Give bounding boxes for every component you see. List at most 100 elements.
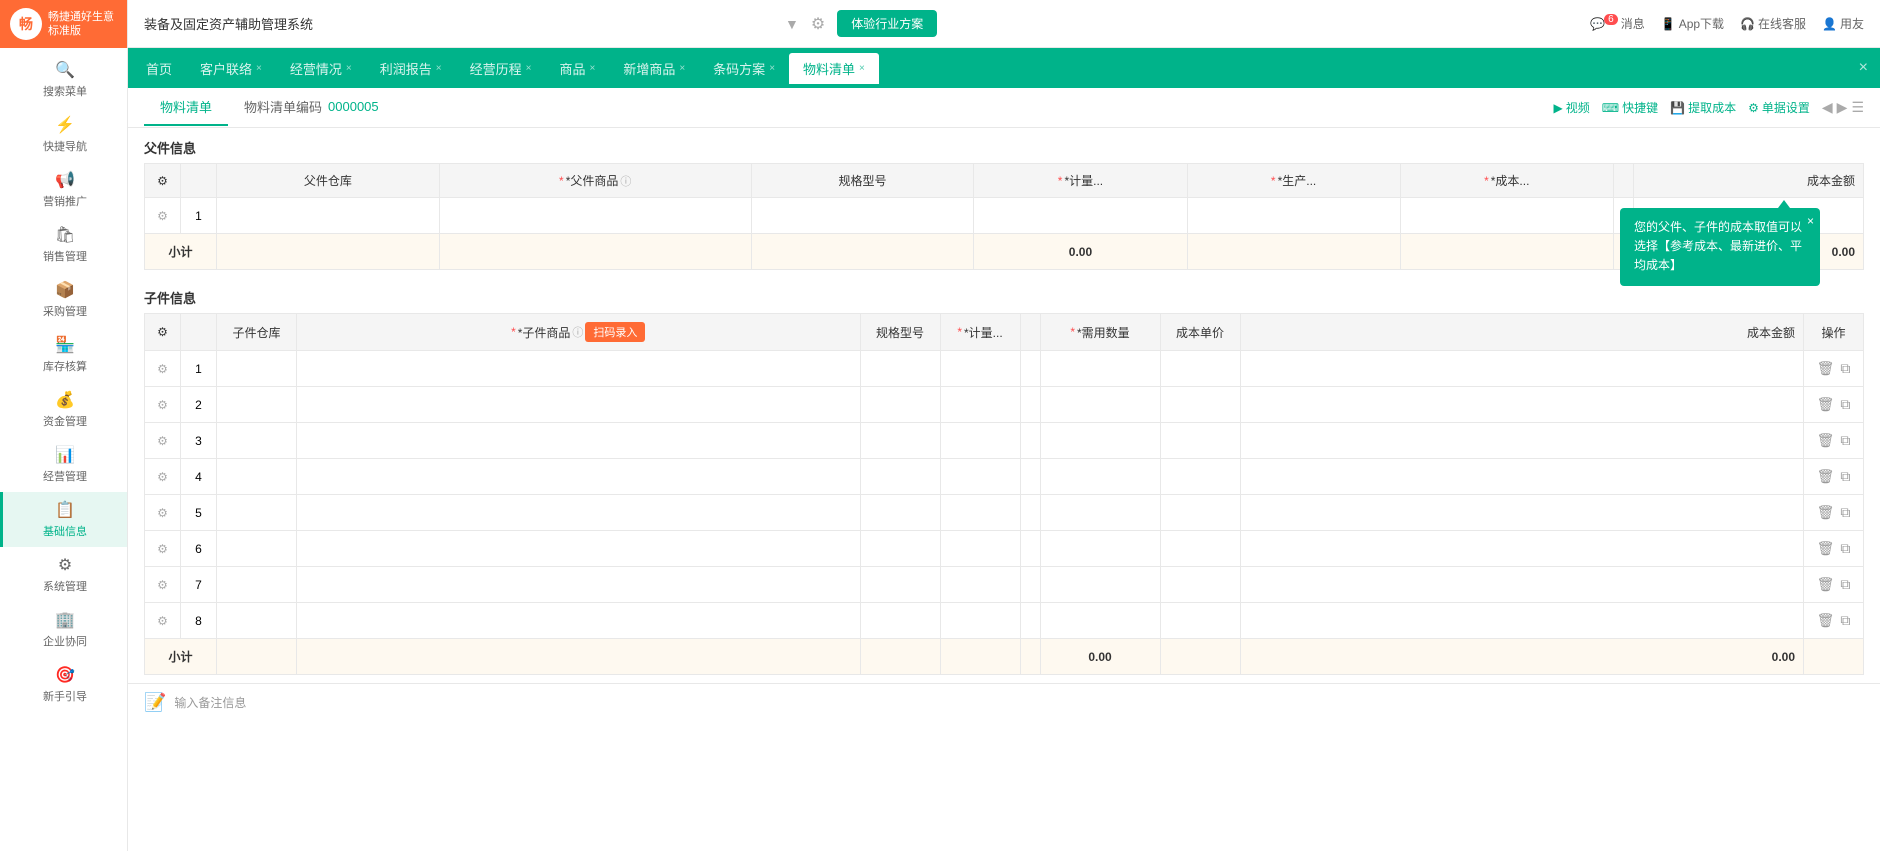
child-row-spec[interactable] [860, 351, 940, 387]
sidebar-item-enterprise[interactable]: 🏢 企业协同 [0, 602, 127, 657]
tab-new-product-close[interactable]: × [679, 63, 685, 74]
child-row-unit[interactable] [940, 351, 1020, 387]
child-col-settings[interactable]: ⚙ [145, 314, 181, 351]
child-row-unit[interactable] [940, 603, 1020, 639]
copy-icon[interactable]: ⧉ [1840, 468, 1850, 485]
nav-prev-icon[interactable]: ◀ [1822, 99, 1833, 116]
child-product-info-icon[interactable]: ⓘ [572, 324, 583, 340]
child-row-required-qty[interactable] [1040, 387, 1160, 423]
delete-icon[interactable]: 🗑 [1817, 576, 1835, 593]
child-row-warehouse[interactable] [217, 351, 297, 387]
tab-products[interactable]: 商品 × [545, 53, 609, 84]
shortcut-btn[interactable]: ⌨ 快捷键 [1602, 99, 1658, 116]
child-row-warehouse[interactable] [217, 387, 297, 423]
child-row-unit[interactable] [940, 567, 1020, 603]
child-row-product[interactable] [297, 495, 861, 531]
child-row-product[interactable] [297, 387, 861, 423]
delete-icon[interactable]: 🗑 [1817, 360, 1835, 377]
tab-barcode[interactable]: 条码方案 × [699, 53, 789, 84]
delete-icon[interactable]: 🗑 [1817, 468, 1835, 485]
close-all-tabs-icon[interactable]: × [1851, 59, 1876, 77]
child-row-settings[interactable]: ⚙ [145, 567, 181, 603]
parent-product-info-icon[interactable]: ⓘ [620, 173, 631, 189]
delete-icon[interactable]: 🗑 [1817, 540, 1835, 557]
delete-icon[interactable]: 🗑 [1817, 612, 1835, 629]
child-row-warehouse[interactable] [217, 495, 297, 531]
parent-row-settings[interactable]: ⚙ [145, 198, 181, 234]
child-row-spec[interactable] [860, 423, 940, 459]
child-row-required-qty[interactable] [1040, 495, 1160, 531]
sidebar-item-sales[interactable]: 🛍 销售管理 [0, 217, 127, 272]
tab-operation-status[interactable]: 经营情况 × [276, 53, 366, 84]
copy-icon[interactable]: ⧉ [1840, 504, 1850, 521]
child-row-settings[interactable]: ⚙ [145, 459, 181, 495]
child-row-spec[interactable] [860, 495, 940, 531]
child-row-unit[interactable] [940, 531, 1020, 567]
child-row-warehouse[interactable] [217, 459, 297, 495]
child-row-required-qty[interactable] [1040, 423, 1160, 459]
parent-row-product[interactable] [439, 198, 751, 234]
child-row-settings[interactable]: ⚙ [145, 351, 181, 387]
child-row-warehouse[interactable] [217, 603, 297, 639]
tab-customer[interactable]: 客户联络 × [186, 53, 276, 84]
child-row-settings[interactable]: ⚙ [145, 531, 181, 567]
child-row-unit[interactable] [940, 423, 1020, 459]
child-row-product[interactable] [297, 531, 861, 567]
parent-col-settings[interactable]: ⚙ [145, 164, 181, 198]
scan-input-btn[interactable]: 扫码录入 [585, 322, 645, 342]
child-row-product[interactable] [297, 459, 861, 495]
copy-icon[interactable]: ⧉ [1840, 540, 1850, 557]
parent-row-unit[interactable] [974, 198, 1187, 234]
child-row-settings[interactable]: ⚙ [145, 495, 181, 531]
sidebar-item-inventory[interactable]: 🏪 库存核算 [0, 327, 127, 382]
child-row-product[interactable] [297, 351, 861, 387]
child-row-cost-unit[interactable] [1160, 459, 1240, 495]
sidebar-item-marketing[interactable]: 📢 营销推广 [0, 162, 127, 217]
child-row-warehouse[interactable] [217, 423, 297, 459]
child-row-cost-unit[interactable] [1160, 423, 1240, 459]
copy-icon[interactable]: ⧉ [1840, 360, 1850, 377]
tab-profit[interactable]: 利润报告 × [366, 53, 456, 84]
tab-operation-status-close[interactable]: × [346, 63, 352, 74]
parent-row-spec[interactable] [751, 198, 974, 234]
delete-icon[interactable]: 🗑 [1817, 396, 1835, 413]
child-row-spec[interactable] [860, 459, 940, 495]
sidebar-item-finance[interactable]: 💰 资金管理 [0, 382, 127, 437]
child-row-cost-unit[interactable] [1160, 567, 1240, 603]
child-row-spec[interactable] [860, 567, 940, 603]
child-row-cost-unit[interactable] [1160, 495, 1240, 531]
copy-icon[interactable]: ⧉ [1840, 432, 1850, 449]
extract-cost-btn[interactable]: 💾 提取成本 [1670, 99, 1736, 116]
child-row-cost-unit[interactable] [1160, 603, 1240, 639]
child-row-product[interactable] [297, 603, 861, 639]
tab-new-product[interactable]: 新增商品 × [609, 53, 699, 84]
parent-row-cost[interactable] [1400, 198, 1613, 234]
child-row-settings[interactable]: ⚙ [145, 423, 181, 459]
parent-row-production[interactable] [1187, 198, 1400, 234]
child-row-cost-unit[interactable] [1160, 387, 1240, 423]
child-row-settings[interactable]: ⚙ [145, 387, 181, 423]
tab-barcode-close[interactable]: × [769, 63, 775, 74]
tab-home[interactable]: 首页 [132, 53, 186, 84]
child-row-warehouse[interactable] [217, 567, 297, 603]
tab-customer-close[interactable]: × [256, 63, 262, 74]
copy-icon[interactable]: ⧉ [1840, 576, 1850, 593]
sidebar-item-quick-nav[interactable]: ⚡ 快捷导航 [0, 107, 127, 162]
child-row-cost-unit[interactable] [1160, 531, 1240, 567]
child-row-cost-unit[interactable] [1160, 351, 1240, 387]
tab-profit-close[interactable]: × [436, 63, 442, 74]
list-view-icon[interactable]: ☰ [1851, 99, 1864, 116]
child-row-required-qty[interactable] [1040, 567, 1160, 603]
child-row-warehouse[interactable] [217, 531, 297, 567]
tab-operation-history[interactable]: 经营历程 × [456, 53, 546, 84]
copy-icon[interactable]: ⧉ [1840, 396, 1850, 413]
child-row-product[interactable] [297, 567, 861, 603]
tab-bom[interactable]: 物料清单 × [789, 53, 879, 84]
tab-products-close[interactable]: × [589, 63, 595, 74]
view-video-btn[interactable]: ▶ 视频 [1554, 99, 1590, 116]
settings-gear-icon[interactable]: ⚙ [811, 14, 825, 34]
child-row-spec[interactable] [860, 603, 940, 639]
child-row-unit[interactable] [940, 459, 1020, 495]
child-row-required-qty[interactable] [1040, 531, 1160, 567]
copy-icon[interactable]: ⧉ [1840, 612, 1850, 629]
